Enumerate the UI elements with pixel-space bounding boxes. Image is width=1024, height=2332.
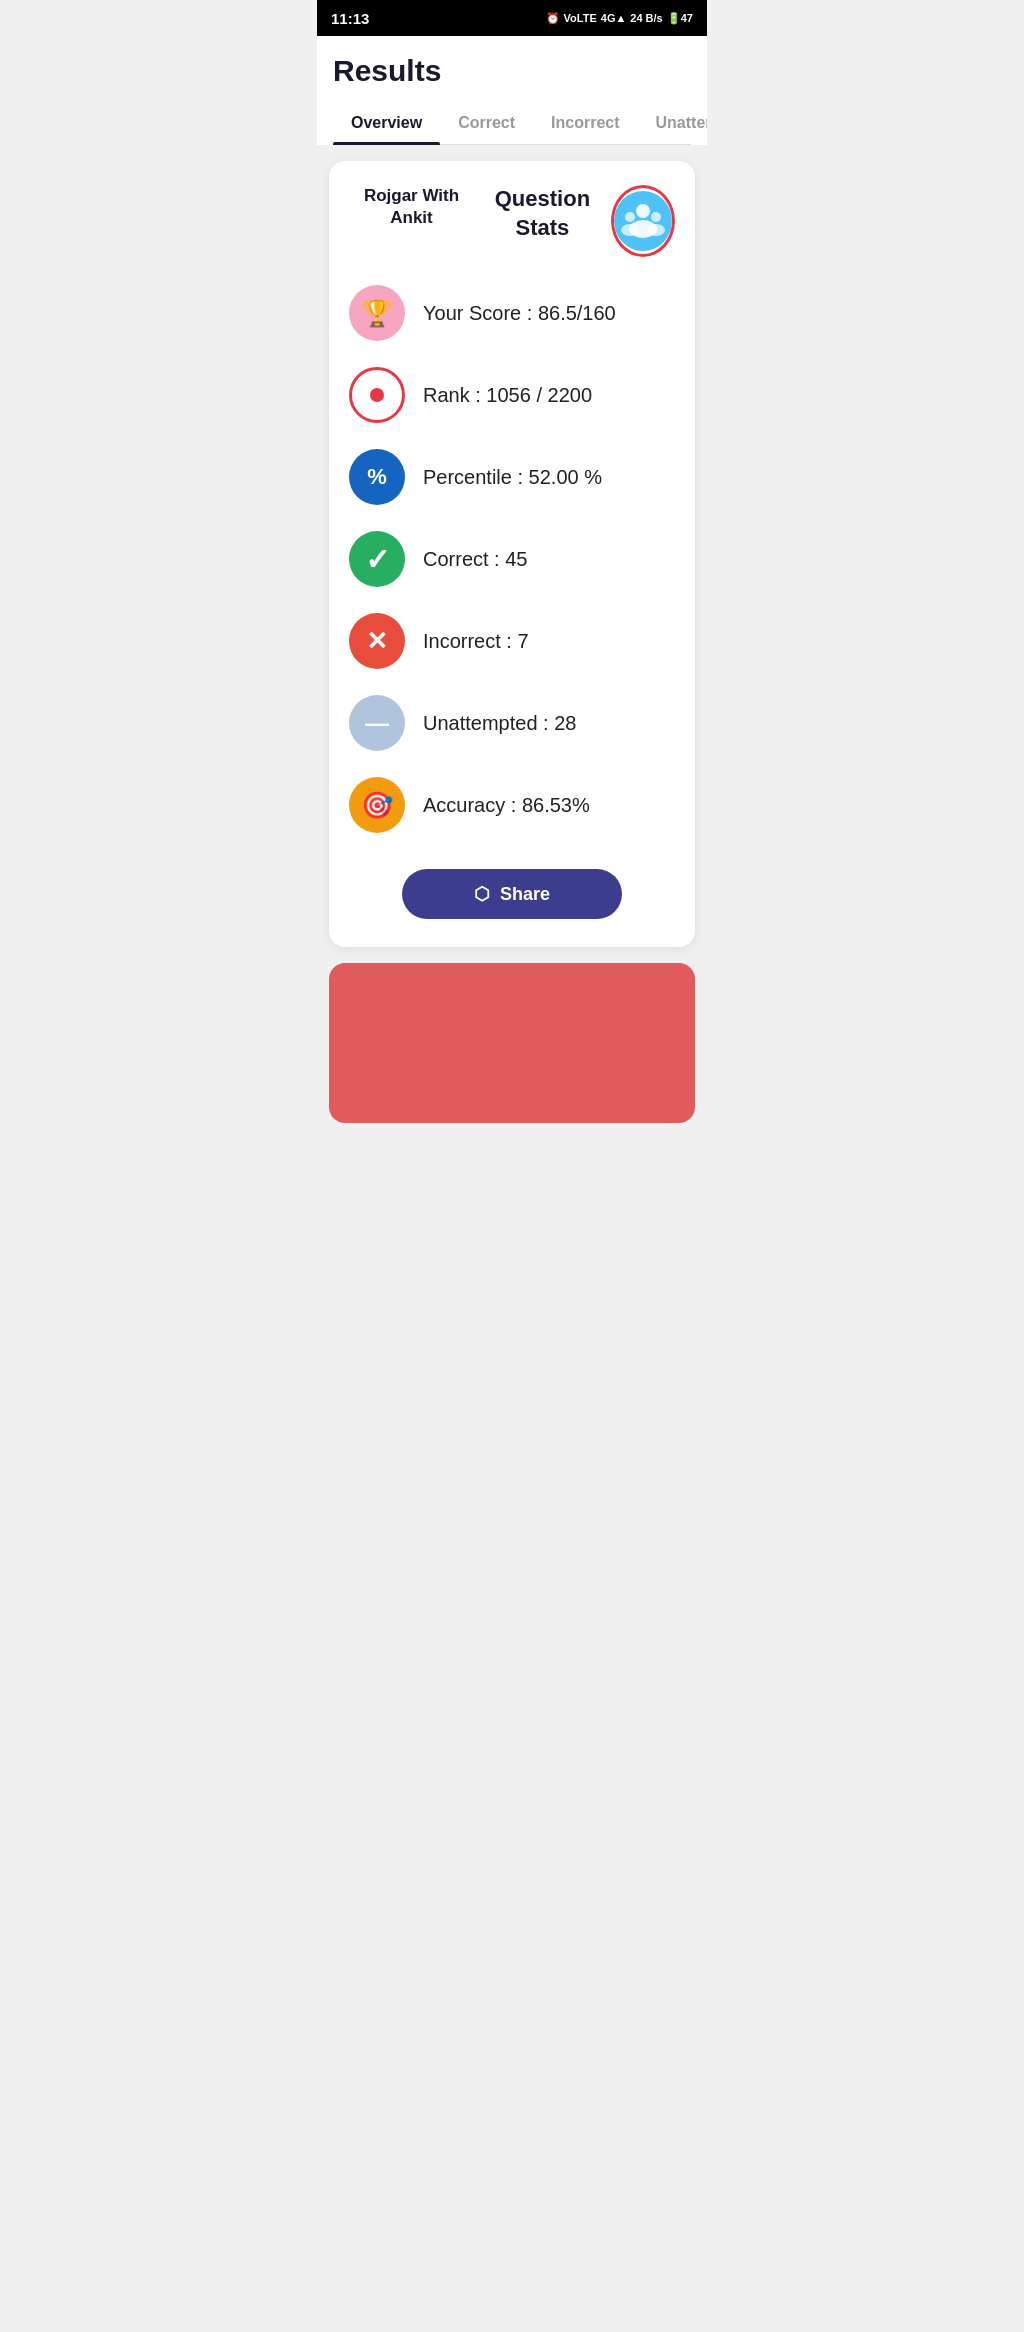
tab-incorrect[interactable]: Incorrect [533, 102, 637, 144]
rank-icon [349, 367, 405, 423]
card-header: Rojgar With Ankit Question Stats [349, 185, 675, 257]
red-section [329, 963, 695, 1123]
score-icon: 🏆 [349, 285, 405, 341]
status-icons: ⏰ VoLTE 4G▲ 24 B/s 🔋47 [546, 12, 693, 25]
volte-label: VoLTE [564, 12, 597, 24]
stat-row-correct: ✓ Correct : 45 [349, 531, 675, 587]
svg-point-0 [636, 204, 650, 218]
battery-icon: 🔋47 [667, 12, 693, 25]
percentile-text: Percentile : 52.00 % [423, 466, 602, 489]
logo-svg [619, 197, 667, 245]
speed-label: 24 B/s [630, 12, 662, 24]
share-button-container: ⬡ Share [349, 859, 675, 919]
incorrect-icon: ✕ [349, 613, 405, 669]
stat-row-incorrect: ✕ Incorrect : 7 [349, 613, 675, 669]
svg-point-4 [621, 224, 639, 236]
stat-row-unattempted: — Unattempted : 28 [349, 695, 675, 751]
percentile-icon: % [349, 449, 405, 505]
page-title: Results [333, 54, 691, 102]
stat-row-score: 🏆 Your Score : 86.5/160 [349, 285, 675, 341]
unattempted-text: Unattempted : 28 [423, 712, 576, 735]
unattempted-icon: — [349, 695, 405, 751]
svg-point-5 [647, 224, 665, 236]
share-button[interactable]: ⬡ Share [402, 869, 622, 919]
tab-correct[interactable]: Correct [440, 102, 533, 144]
stats-card: Rojgar With Ankit Question Stats [329, 161, 695, 947]
rank-text: Rank : 1056 / 2200 [423, 384, 592, 407]
signal-icon: 4G▲ [601, 12, 627, 24]
tab-unattempted[interactable]: Unattem... [638, 102, 707, 144]
brand-logo [611, 185, 675, 257]
correct-text: Correct : 45 [423, 548, 527, 571]
accuracy-text: Accuracy : 86.53% [423, 794, 590, 817]
main-content: Rojgar With Ankit Question Stats [317, 145, 707, 1139]
accuracy-icon: 🎯 [349, 777, 405, 833]
svg-point-2 [625, 212, 635, 222]
stat-row-accuracy: 🎯 Accuracy : 86.53% [349, 777, 675, 833]
tab-bar: Overview Correct Incorrect Unattem... [333, 102, 691, 145]
stat-row-percentile: % Percentile : 52.00 % [349, 449, 675, 505]
share-icon: ⬡ [474, 883, 490, 905]
share-label: Share [500, 884, 550, 905]
clock-icon: ⏰ [546, 12, 560, 25]
card-title: Question Stats [474, 185, 611, 242]
page-header: Results Overview Correct Incorrect Unatt… [317, 36, 707, 145]
stat-row-rank: Rank : 1056 / 2200 [349, 367, 675, 423]
svg-point-3 [651, 212, 661, 222]
incorrect-text: Incorrect : 7 [423, 630, 529, 653]
score-text: Your Score : 86.5/160 [423, 302, 616, 325]
status-bar: 11:13 ⏰ VoLTE 4G▲ 24 B/s 🔋47 [317, 0, 707, 36]
correct-icon: ✓ [349, 531, 405, 587]
tab-overview[interactable]: Overview [333, 102, 440, 144]
status-time: 11:13 [331, 10, 369, 27]
brand-name: Rojgar With Ankit [349, 185, 474, 229]
